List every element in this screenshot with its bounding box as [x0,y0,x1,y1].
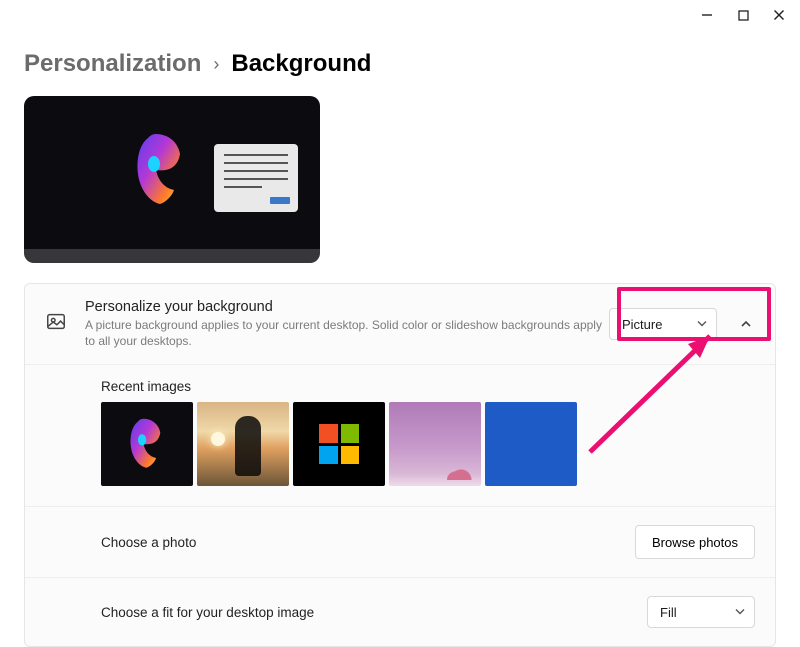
minimize-button[interactable] [700,8,714,22]
chevron-down-icon [697,317,707,332]
preview-wallpaper-icon [130,130,192,210]
personalize-background-row: Personalize your background A picture ba… [25,284,775,364]
choose-fit-row: Choose a fit for your desktop image Fill [25,577,775,646]
recent-images-title: Recent images [101,379,755,394]
personalize-description: A picture background applies to your cur… [85,317,605,349]
preview-taskbar-icon [24,249,320,263]
chevron-down-icon [735,605,745,620]
background-type-value: Picture [622,317,662,332]
recent-image-silhouette[interactable] [197,402,289,486]
maximize-button[interactable] [736,8,750,22]
recent-image-grid-blue[interactable] [485,402,577,486]
page-title: Background [231,50,371,78]
close-button[interactable] [772,8,786,22]
choose-photo-label: Choose a photo [101,535,196,550]
collapse-section-button[interactable] [737,318,755,330]
recent-image-blossom[interactable] [389,402,481,486]
chevron-right-icon: › [213,54,219,75]
recent-images-section: Recent images [25,364,775,506]
fit-value: Fill [660,605,677,620]
recent-image-helmet[interactable] [101,402,193,486]
recent-image-windows-logo[interactable] [293,402,385,486]
background-type-dropdown[interactable]: Picture [609,308,717,340]
desktop-preview [24,96,320,263]
browse-photos-button[interactable]: Browse photos [635,525,755,559]
personalize-title: Personalize your background [85,299,609,315]
breadcrumb: Personalization › Background [0,28,800,96]
preview-sample-window-icon [214,144,298,212]
choose-fit-label: Choose a fit for your desktop image [101,605,314,620]
breadcrumb-parent[interactable]: Personalization [24,50,201,78]
window-titlebar [0,0,800,28]
picture-icon [45,311,67,338]
background-settings-panel: Personalize your background A picture ba… [24,283,776,647]
fit-dropdown[interactable]: Fill [647,596,755,628]
